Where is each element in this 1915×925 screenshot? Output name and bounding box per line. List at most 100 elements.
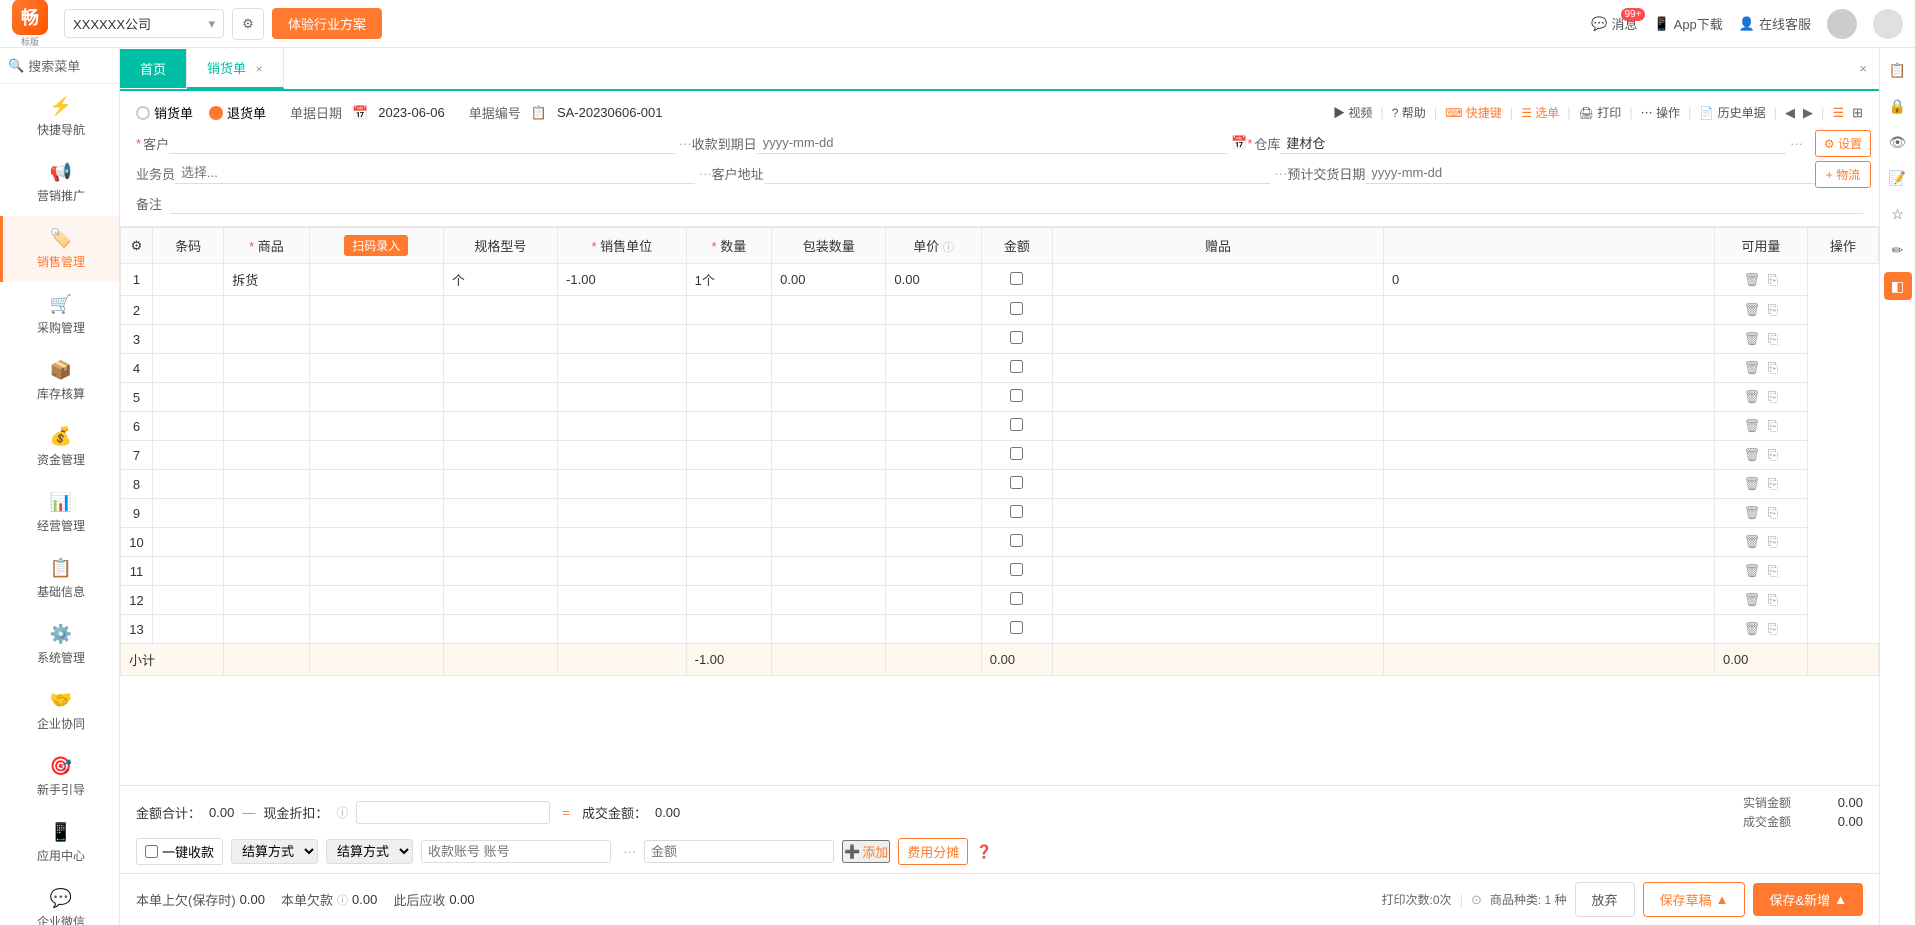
row-unit[interactable]: [443, 557, 557, 586]
copy-icon[interactable]: ⎘: [1768, 447, 1778, 462]
avatar-arrow[interactable]: [1873, 9, 1903, 39]
row-quantity[interactable]: [558, 615, 687, 644]
row-quantity[interactable]: [558, 412, 687, 441]
row-gift-checkbox[interactable]: [1010, 534, 1023, 547]
tab-home[interactable]: 首页: [120, 49, 187, 88]
row-amount[interactable]: [886, 557, 981, 586]
delete-icon[interactable]: 🗑: [1744, 418, 1761, 433]
sidebar-item-sales[interactable]: 🏷️ 销售管理: [0, 216, 119, 282]
unit-price-info-icon[interactable]: ⓘ: [943, 242, 954, 254]
message-btn[interactable]: 💬 消息 99+: [1591, 14, 1637, 33]
row-spec[interactable]: [309, 470, 443, 499]
row-unit[interactable]: [443, 441, 557, 470]
row-gift[interactable]: [981, 325, 1052, 354]
scan-barcode-btn[interactable]: 扫码录入: [344, 235, 408, 256]
row-spec[interactable]: [309, 499, 443, 528]
row-amount[interactable]: [886, 499, 981, 528]
tab-sales-order[interactable]: 销货单 ×: [187, 48, 284, 89]
row-quantity[interactable]: [558, 383, 687, 412]
right-icon-edit[interactable]: ✏: [1884, 236, 1912, 264]
row-gift-checkbox[interactable]: [1010, 360, 1023, 373]
add-payment-btn[interactable]: ➕ 添加: [842, 840, 890, 863]
right-icon-eye[interactable]: 👁: [1884, 128, 1912, 156]
row-gift-checkbox[interactable]: [1010, 447, 1023, 460]
row-spec[interactable]: [309, 412, 443, 441]
row-gift-checkbox[interactable]: [1010, 331, 1023, 344]
row-product[interactable]: [224, 296, 310, 325]
row-product[interactable]: [224, 412, 310, 441]
due-date-cal-icon[interactable]: 📅: [1231, 135, 1247, 151]
row-spec[interactable]: [309, 586, 443, 615]
row-pack-qty[interactable]: [686, 441, 772, 470]
toolbar-print-btn[interactable]: 🖨 打印: [1579, 104, 1622, 121]
row-quantity[interactable]: [558, 528, 687, 557]
row-amount[interactable]: 0.00: [886, 264, 981, 296]
toolbar-history-btn[interactable]: 📄 历史单据: [1699, 104, 1765, 121]
row-pack-qty[interactable]: [686, 296, 772, 325]
delete-icon[interactable]: 🗑: [1744, 302, 1761, 317]
payment-amount-input[interactable]: [644, 840, 834, 863]
warehouse-input[interactable]: [1280, 132, 1786, 154]
row-amount[interactable]: [886, 586, 981, 615]
row-unit-price[interactable]: [772, 470, 886, 499]
row-product[interactable]: [224, 586, 310, 615]
copy-icon[interactable]: ⎘: [1768, 534, 1778, 549]
customer-addr-ellipsis[interactable]: ···: [1274, 166, 1287, 181]
delete-icon[interactable]: 🗑: [1744, 272, 1761, 287]
row-product[interactable]: [224, 615, 310, 644]
row-pack-qty[interactable]: [686, 615, 772, 644]
row-gift-checkbox[interactable]: [1010, 302, 1023, 315]
row-product[interactable]: 拆货: [224, 264, 310, 296]
row-amount[interactable]: [886, 354, 981, 383]
row-spec[interactable]: [309, 354, 443, 383]
row-spec[interactable]: [309, 557, 443, 586]
right-icon-lock[interactable]: 🔒: [1884, 92, 1912, 120]
row-unit[interactable]: [443, 528, 557, 557]
col-scan-btn[interactable]: 扫码录入: [309, 228, 443, 264]
row-gift[interactable]: [981, 557, 1052, 586]
row-unit[interactable]: [443, 586, 557, 615]
sidebar-item-enterprise[interactable]: 🤝 企业协同: [0, 678, 119, 744]
row-product[interactable]: [224, 383, 310, 412]
sidebar-item-operations[interactable]: 📊 经营管理: [0, 480, 119, 546]
copy-icon[interactable]: ⎘: [1768, 505, 1778, 520]
row-amount[interactable]: [886, 441, 981, 470]
delivery-date-input[interactable]: [1365, 162, 1842, 184]
delete-icon[interactable]: 🗑: [1744, 563, 1761, 578]
row-pack-qty[interactable]: [686, 325, 772, 354]
payment-method-select[interactable]: 结算方式: [231, 839, 318, 864]
row-unit[interactable]: [443, 325, 557, 354]
sidebar-item-app-center[interactable]: 📱 应用中心: [0, 810, 119, 876]
note-input[interactable]: [170, 192, 1863, 214]
row-quantity[interactable]: [558, 441, 687, 470]
avatar[interactable]: [1827, 9, 1857, 39]
tab-bar-close[interactable]: ×: [1859, 61, 1879, 76]
save-draft-btn[interactable]: 保存草稿 ▲: [1643, 882, 1746, 917]
row-quantity[interactable]: [558, 470, 687, 499]
row-unit[interactable]: [443, 499, 557, 528]
delete-icon[interactable]: 🗑: [1744, 621, 1761, 636]
row-gift[interactable]: [981, 470, 1052, 499]
cash-discount-input[interactable]: [356, 801, 550, 824]
sidebar-item-purchase[interactable]: 🛒 采购管理: [0, 282, 119, 348]
row-amount[interactable]: [886, 470, 981, 499]
row-product[interactable]: [224, 557, 310, 586]
customer-ellipsis[interactable]: ···: [679, 136, 692, 151]
delete-icon[interactable]: 🗑: [1744, 534, 1761, 549]
delete-icon[interactable]: 🗑: [1744, 389, 1761, 404]
row-amount[interactable]: [886, 615, 981, 644]
row-unit-price[interactable]: [772, 586, 886, 615]
row-pack-qty[interactable]: [686, 412, 772, 441]
save-new-arrow[interactable]: ▲: [1834, 892, 1847, 907]
row-quantity[interactable]: -1.00: [558, 264, 687, 296]
row-product[interactable]: [224, 528, 310, 557]
right-icon-star[interactable]: ☆: [1884, 200, 1912, 228]
sidebar-item-basic[interactable]: 📋 基础信息: [0, 546, 119, 612]
right-icon-note[interactable]: 📝: [1884, 164, 1912, 192]
row-product[interactable]: [224, 470, 310, 499]
right-icon-orange[interactable]: ◧: [1884, 272, 1912, 300]
row-amount[interactable]: [886, 383, 981, 412]
due-date-input[interactable]: [757, 132, 1227, 154]
salesman-ellipsis[interactable]: ···: [699, 166, 712, 181]
row-spec[interactable]: [309, 325, 443, 354]
